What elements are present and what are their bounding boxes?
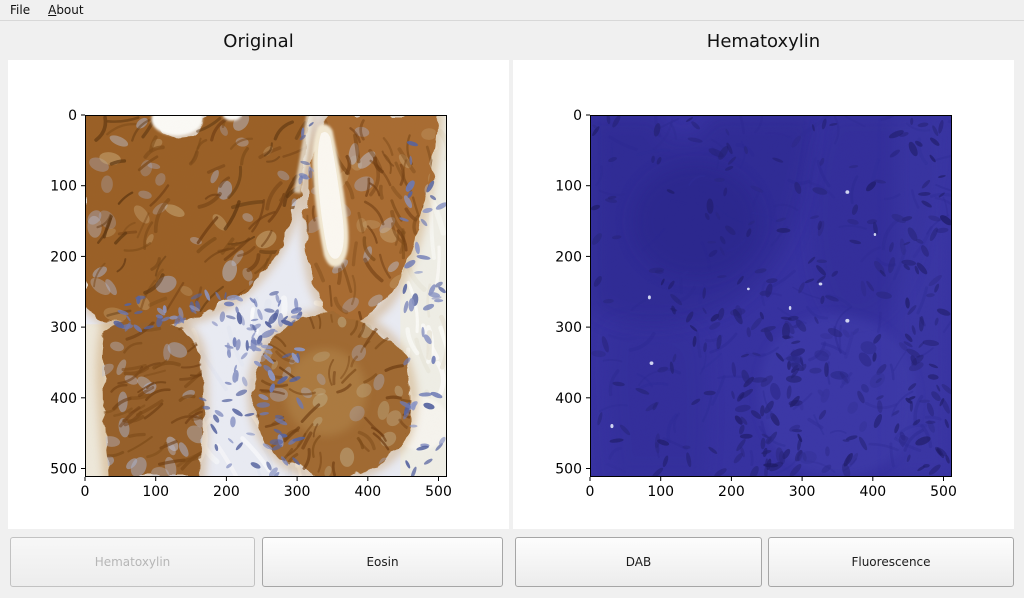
y-tick-label: 300 xyxy=(555,320,582,336)
menu-about-rest: bout xyxy=(56,2,84,17)
y-tick-label: 100 xyxy=(50,179,77,195)
plot-image xyxy=(85,115,447,477)
x-tick-label: 500 xyxy=(930,484,957,500)
x-tick-label: 100 xyxy=(647,484,674,500)
y-tick-label: 200 xyxy=(555,249,582,265)
y-tick-label: 0 xyxy=(68,108,77,124)
plot-panel-hematoxylin: 0 100 200 300 400 500 0 100 200 300 400 500 xyxy=(513,60,1014,529)
x-tick-label: 400 xyxy=(354,484,381,500)
y-tick-label: 300 xyxy=(50,320,77,336)
menu-about[interactable]: About xyxy=(39,1,93,20)
y-tick-label: 400 xyxy=(50,391,77,407)
menu-file[interactable]: File xyxy=(0,1,39,20)
plot-panel-original: 0 100 200 300 400 500 0 100 200 300 400 500 xyxy=(8,60,509,529)
original-plot-canvas: 01002003004005000 100 200 300 400 500 xyxy=(50,108,452,500)
hematoxylin-plot-canvas: 01002003004005000 100 200 300 400 500 xyxy=(555,108,957,500)
dab-button[interactable]: DAB xyxy=(515,537,762,587)
x-tick-label: 0 xyxy=(81,484,90,500)
plot-image xyxy=(590,115,952,477)
x-tick-label: 300 xyxy=(284,484,311,500)
menu-bar: File About xyxy=(0,0,1024,21)
x-tick-label: 400 xyxy=(859,484,886,500)
x-tick-label: 200 xyxy=(213,484,240,500)
y-tick-label: 500 xyxy=(50,462,77,478)
y-tick-label: 400 xyxy=(555,391,582,407)
page-title-original: Original xyxy=(223,31,294,52)
x-tick-label: 500 xyxy=(425,484,452,500)
fluorescence-button[interactable]: Fluorescence xyxy=(768,537,1014,587)
x-tick-label: 200 xyxy=(718,484,745,500)
y-tick-label: 500 xyxy=(555,462,582,478)
y-tick-label: 200 xyxy=(50,249,77,265)
y-tick-label: 0 xyxy=(573,108,582,124)
x-tick-label: 300 xyxy=(789,484,816,500)
x-tick-label: 100 xyxy=(142,484,169,500)
hematoxylin-button[interactable]: Hematoxylin xyxy=(10,537,255,587)
x-tick-label: 0 xyxy=(586,484,595,500)
y-tick-label: 100 xyxy=(555,179,582,195)
page-title-hematoxylin: Hematoxylin xyxy=(706,31,821,52)
eosin-button[interactable]: Eosin xyxy=(262,537,503,587)
